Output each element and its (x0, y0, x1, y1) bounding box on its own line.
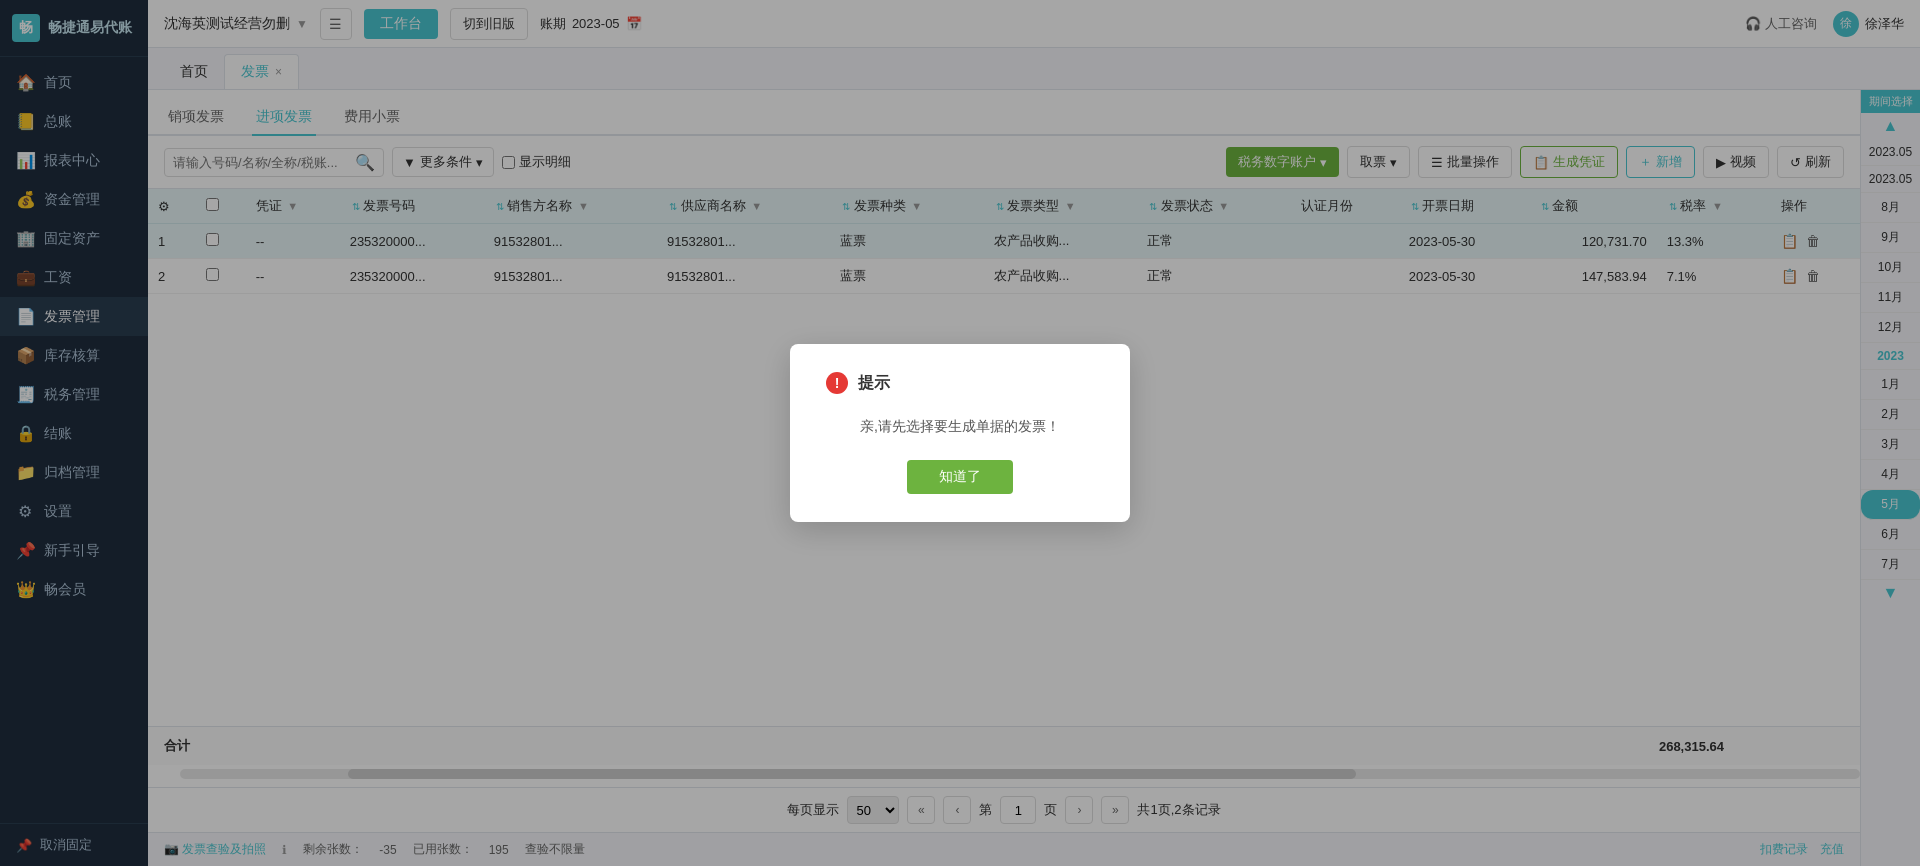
modal-overlay: ! 提示 亲,请先选择要生成单据的发票！ 知道了 (0, 0, 1920, 866)
modal-box: ! 提示 亲,请先选择要生成单据的发票！ 知道了 (790, 344, 1130, 522)
modal-footer: 知道了 (826, 460, 1094, 494)
modal-ok-button[interactable]: 知道了 (907, 460, 1013, 494)
warning-icon: ! (826, 372, 848, 394)
modal-title: 提示 (858, 373, 890, 394)
modal-message: 亲,请先选择要生成单据的发票！ (826, 410, 1094, 444)
modal-header: ! 提示 (826, 372, 1094, 394)
